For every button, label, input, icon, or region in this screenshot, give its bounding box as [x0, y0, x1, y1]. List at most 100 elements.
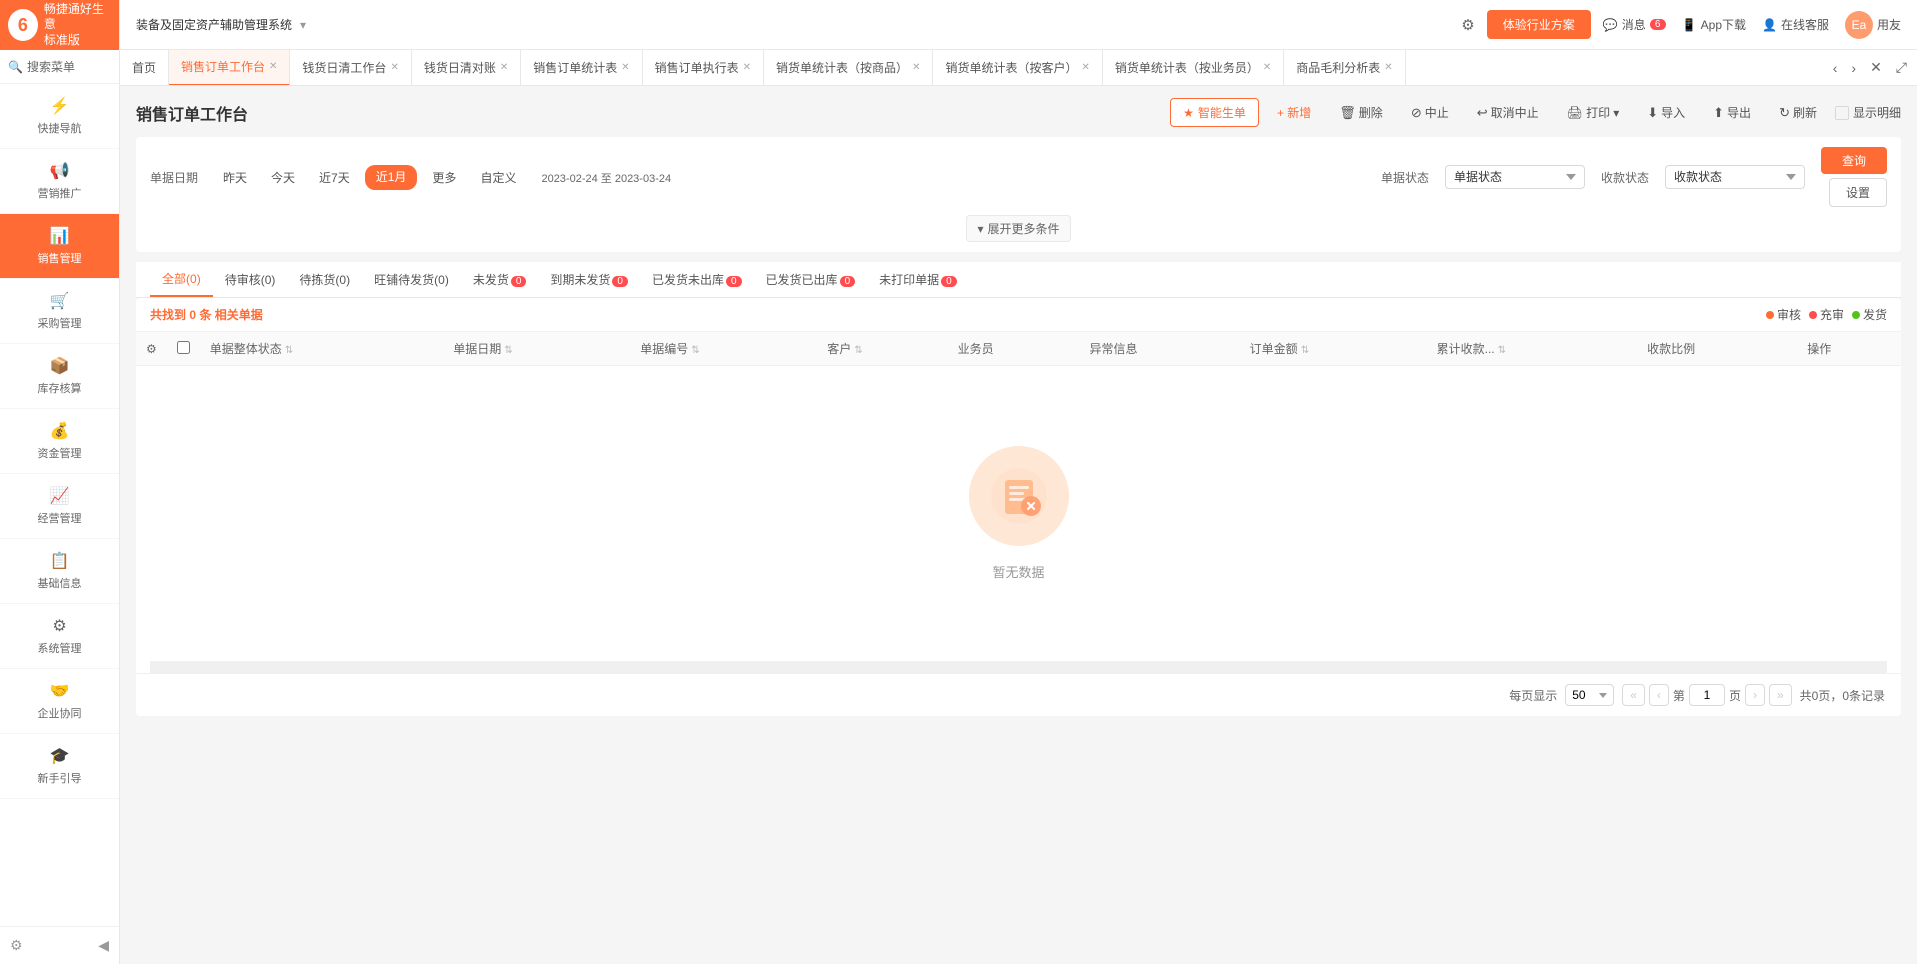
- smart-create-button[interactable]: ★ 智能生单: [1170, 98, 1259, 127]
- sort-status-icon[interactable]: ⇅: [285, 345, 293, 356]
- sidebar-item-finance[interactable]: 💰 资金管理: [0, 409, 119, 474]
- payment-filter-select[interactable]: 收款状态: [1665, 165, 1805, 189]
- set-button[interactable]: 设置: [1829, 178, 1887, 207]
- tab-sales-summary-customer[interactable]: 销货单统计表（按客户） ✕: [933, 50, 1102, 86]
- solution-button[interactable]: 体验行业方案: [1487, 10, 1591, 39]
- sort-received-icon[interactable]: ⇅: [1498, 345, 1506, 356]
- th-check[interactable]: [167, 332, 200, 366]
- service-icon: 👤: [1762, 18, 1777, 32]
- stop-button[interactable]: ⊘ 中止: [1401, 99, 1459, 126]
- sort-amount-icon[interactable]: ⇅: [1301, 345, 1309, 356]
- enterprise-icon: 🤝: [50, 681, 70, 701]
- date-filter-label: 单据日期: [150, 169, 198, 186]
- tab-gross-profit[interactable]: 商品毛利分析表 ✕: [1284, 50, 1405, 86]
- date-btn-yesterday[interactable]: 昨天: [214, 165, 256, 190]
- show-detail-group: 显示明细: [1835, 104, 1901, 121]
- tab-nav-prev[interactable]: ‹: [1827, 56, 1844, 80]
- topbar-setting-icon[interactable]: ⚙: [1461, 16, 1474, 34]
- sub-tab-shipped-out[interactable]: 已发货已出库0: [754, 263, 868, 296]
- next-page-btn[interactable]: ›: [1745, 684, 1765, 706]
- topbar-dropdown-icon[interactable]: ▾: [300, 18, 306, 32]
- quick-action-review[interactable]: 审核: [1766, 306, 1801, 323]
- user-menu[interactable]: Ea 用友: [1845, 11, 1901, 39]
- message-btn[interactable]: 💬 消息 6: [1603, 16, 1666, 33]
- date-btn-more[interactable]: 更多: [423, 165, 465, 190]
- online-service-btn[interactable]: 👤 在线客服: [1762, 16, 1829, 33]
- sort-date-icon[interactable]: ⇅: [504, 345, 512, 356]
- quick-action-ship[interactable]: 发货: [1852, 306, 1887, 323]
- sub-tab-pending-review[interactable]: 待审核(0): [213, 263, 288, 296]
- import-button[interactable]: ⬇ 导入: [1637, 99, 1695, 126]
- sidebar-item-system[interactable]: ⚙ 系统管理: [0, 604, 119, 669]
- sidebar-collapse-btn[interactable]: ◀: [98, 937, 109, 954]
- sub-tab-not-shipped[interactable]: 未发货0: [461, 263, 539, 296]
- tab-cash-reconcile[interactable]: 钱货日清对账 ✕: [412, 50, 521, 86]
- date-btn-7days[interactable]: 近7天: [310, 165, 359, 190]
- tab-close-gross-profit[interactable]: ✕: [1384, 62, 1392, 73]
- tab-nav-maximize[interactable]: ⤢: [1890, 55, 1913, 80]
- not-printed-badge: 0: [941, 276, 957, 287]
- sort-customer-icon[interactable]: ⇅: [854, 345, 862, 356]
- horizontal-scrollbar[interactable]: [150, 661, 1887, 673]
- th-settings[interactable]: ⚙: [136, 332, 167, 366]
- tab-close-cash-daily[interactable]: ✕: [390, 62, 398, 73]
- tab-close-cash-reconcile[interactable]: ✕: [500, 62, 508, 73]
- tab-sales-workbench[interactable]: 销售订单工作台 ✕: [169, 50, 290, 86]
- show-detail-checkbox[interactable]: [1835, 106, 1849, 120]
- sidebar-item-basic[interactable]: 📋 基础信息: [0, 539, 119, 604]
- sidebar-settings-btn[interactable]: ⚙: [10, 937, 23, 954]
- sidebar-item-inventory[interactable]: 📦 库存核算: [0, 344, 119, 409]
- tab-sales-stat[interactable]: 销售订单统计表 ✕: [521, 50, 642, 86]
- date-btn-today[interactable]: 今天: [262, 165, 304, 190]
- sub-tab-overdue[interactable]: 到期未发货0: [538, 263, 640, 296]
- select-all-checkbox[interactable]: [177, 341, 190, 354]
- expand-conditions-btn[interactable]: ▾ 展开更多条件: [966, 215, 1070, 242]
- sidebar-item-quick-nav[interactable]: ⚡ 快捷导航: [0, 84, 119, 149]
- sidebar-item-sales[interactable]: 📊 销售管理: [0, 214, 119, 279]
- tab-close-sales-exec[interactable]: ✕: [743, 62, 751, 73]
- tab-sales-exec[interactable]: 销售订单执行表 ✕: [643, 50, 764, 86]
- sidebar-item-guide[interactable]: 🎓 新手引导: [0, 734, 119, 799]
- date-btn-1month[interactable]: 近1月: [365, 165, 418, 190]
- sort-number-icon[interactable]: ⇅: [691, 345, 699, 356]
- tab-cash-daily[interactable]: 钱货日清工作台 ✕: [290, 50, 411, 86]
- quick-action-cancel-review[interactable]: 充审: [1809, 306, 1844, 323]
- last-page-btn[interactable]: »: [1769, 684, 1792, 706]
- tab-sales-summary-staff[interactable]: 销货单统计表（按业务员） ✕: [1103, 50, 1284, 86]
- sidebar-item-operation[interactable]: 📈 经营管理: [0, 474, 119, 539]
- status-filter-select[interactable]: 单据状态: [1445, 165, 1585, 189]
- tab-nav-close-all[interactable]: ✕: [1864, 55, 1888, 80]
- tab-close-summary-product[interactable]: ✕: [912, 62, 920, 73]
- sidebar-item-purchase[interactable]: 🛒 采购管理: [0, 279, 119, 344]
- logo-text: 畅捷通好生意 标准版: [44, 2, 111, 49]
- first-page-btn[interactable]: «: [1622, 684, 1645, 706]
- delete-button[interactable]: 🗑 删除: [1329, 99, 1393, 126]
- tab-close-summary-customer[interactable]: ✕: [1081, 62, 1089, 73]
- query-button[interactable]: 查询: [1821, 147, 1887, 174]
- sub-tab-pending-pickup[interactable]: 待拣货(0): [287, 263, 362, 296]
- add-button[interactable]: + 新增: [1267, 99, 1321, 126]
- status-filter-label: 单据状态: [1381, 169, 1429, 186]
- tab-close-sales-workbench[interactable]: ✕: [269, 61, 277, 72]
- export-button[interactable]: ⬆ 导出: [1703, 99, 1761, 126]
- sub-tab-shipped-not-out[interactable]: 已发货未出库0: [640, 263, 754, 296]
- tab-nav-next[interactable]: ›: [1845, 56, 1862, 80]
- sidebar-search-item[interactable]: 🔍 搜索菜单: [0, 50, 119, 84]
- sidebar-item-marketing[interactable]: 📢 营销推广: [0, 149, 119, 214]
- tab-sales-summary-product[interactable]: 销货单统计表（按商品） ✕: [764, 50, 933, 86]
- page-size-select[interactable]: 50 10 20 100: [1565, 684, 1614, 706]
- tab-close-summary-staff[interactable]: ✕: [1263, 62, 1271, 73]
- date-btn-custom[interactable]: 自定义: [471, 165, 525, 190]
- prev-page-btn[interactable]: ‹: [1649, 684, 1669, 706]
- refresh-button[interactable]: ↻ 刷新: [1769, 99, 1827, 126]
- app-download-btn[interactable]: 📱 App下载: [1682, 16, 1746, 33]
- cancel-stop-button[interactable]: ↩ 取消中止: [1467, 99, 1549, 126]
- sub-tab-not-printed[interactable]: 未打印单据0: [867, 263, 969, 296]
- tab-close-sales-stat[interactable]: ✕: [621, 62, 629, 73]
- tab-home[interactable]: 首页: [120, 50, 169, 86]
- print-button[interactable]: 🖨 打印 ▾: [1557, 99, 1630, 126]
- sidebar-item-enterprise[interactable]: 🤝 企业协同: [0, 669, 119, 734]
- sub-tab-all[interactable]: 全部(0): [150, 262, 213, 297]
- page-number-input[interactable]: [1689, 684, 1725, 706]
- sub-tab-wangpu[interactable]: 旺铺待发货(0): [362, 263, 461, 296]
